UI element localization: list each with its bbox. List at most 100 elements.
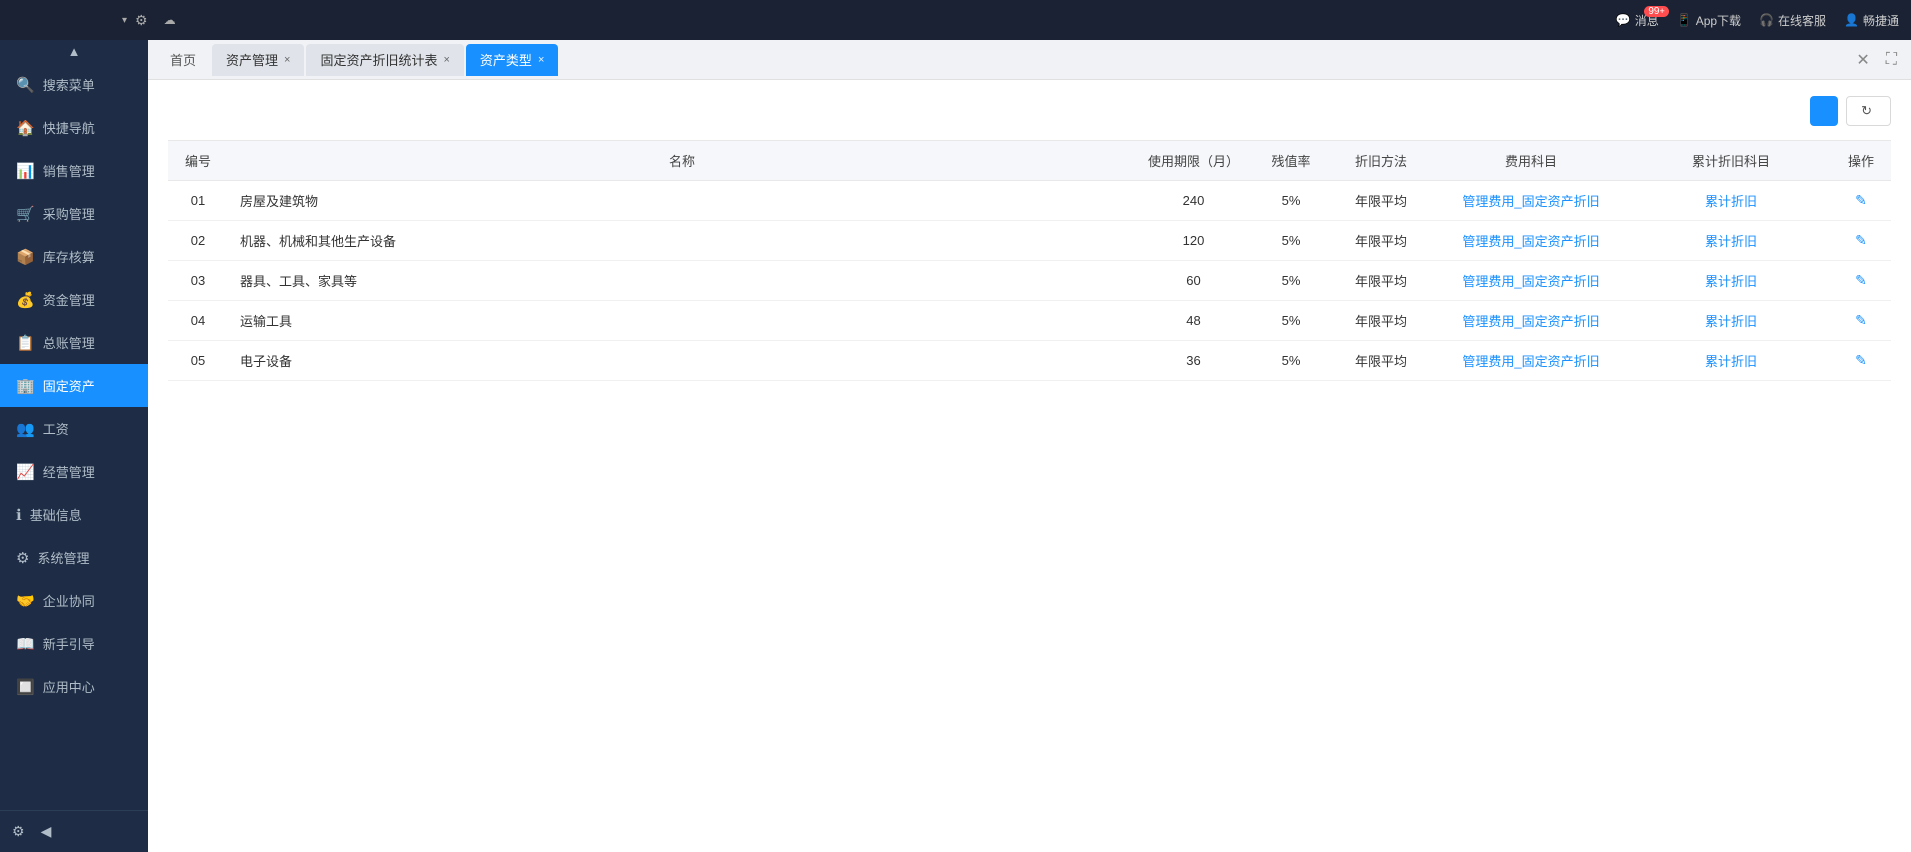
- close-tab-asset-type-icon[interactable]: ×: [538, 54, 544, 66]
- cell-method-2: 年限平均: [1331, 261, 1431, 301]
- tabbar: 首页 资产管理 × 固定资产折旧统计表 × 资产类型 × ✕ ⛶: [148, 40, 1911, 80]
- cell-expense-2: 管理费用_固定资产折旧: [1431, 261, 1631, 301]
- sidebar-item-fixed-assets[interactable]: 🏢 固定资产: [0, 364, 148, 407]
- edit-icon-2[interactable]: ✎: [1855, 272, 1867, 288]
- asset-type-table: 编号名称使用期限（月）残值率折旧方法费用科目累计折旧科目操作 01 房屋及建筑物…: [168, 140, 1891, 381]
- topbar-right: 💬 消息 99+ 📱 App下载 🎧 在线客服 👤 畅捷通: [1616, 12, 1899, 29]
- tab-label-asset-type: 资产类型: [480, 50, 532, 69]
- tab-asset-type[interactable]: 资产类型 ×: [466, 44, 558, 76]
- page-content: ↻ 编号名称使用期限（月）残值率折旧方法费用科目累计折旧科目操作 01 房屋及建…: [148, 80, 1911, 852]
- main-layout: ▲ 🔍 搜索菜单 🏠 快捷导航 📊 销售管理 🛒 采购管理 📦 库存核算 💰 资…: [0, 40, 1911, 852]
- sidebar-label-enterprise: 企业协同: [43, 591, 95, 610]
- col-header-code: 编号: [168, 141, 228, 181]
- cell-residual-4: 5%: [1251, 341, 1331, 381]
- sidebar-label-salary: 工资: [43, 419, 69, 438]
- user-button[interactable]: 👤 畅捷通: [1844, 12, 1899, 29]
- sidebar-label-system: 系统管理: [37, 548, 89, 567]
- col-header-expense: 费用科目: [1431, 141, 1631, 181]
- col-header-residual: 残值率: [1251, 141, 1331, 181]
- basic-info-icon: ℹ: [16, 506, 22, 524]
- salary-icon: 👥: [16, 420, 35, 438]
- tab-label-home: 首页: [170, 50, 196, 69]
- enterprise-icon: 🤝: [16, 592, 35, 610]
- message-button[interactable]: 💬 消息 99+: [1616, 12, 1659, 29]
- cell-accum-3: 累计折旧: [1631, 301, 1831, 341]
- cell-accum-2: 累计折旧: [1631, 261, 1831, 301]
- cell-name-1: 机器、机械和其他生产设备: [228, 221, 1136, 261]
- sidebar-item-quick-nav[interactable]: 🏠 快捷导航: [0, 106, 148, 149]
- cell-op-1: ✎: [1831, 221, 1891, 261]
- topbar: ▾ ⚙ ☁ 💬 消息 99+ 📱 App下载 🎧 在线客服 👤 畅捷通: [0, 0, 1911, 40]
- sidebar-item-funds[interactable]: 💰 资金管理: [0, 278, 148, 321]
- operations-icon: 📈: [16, 463, 35, 481]
- company-selector[interactable]: ▾: [118, 15, 127, 26]
- headset-icon: 🎧: [1759, 13, 1774, 27]
- cell-period-1: 120: [1136, 221, 1251, 261]
- refresh-button[interactable]: ↻: [1846, 96, 1891, 126]
- cell-code-3: 04: [168, 301, 228, 341]
- sidebar-scroll-up[interactable]: ▲: [0, 40, 148, 63]
- user-icon: 👤: [1844, 13, 1859, 27]
- sidebar-label-sales: 销售管理: [43, 161, 95, 180]
- cell-accum-4: 累计折旧: [1631, 341, 1831, 381]
- sidebar-item-sales[interactable]: 📊 销售管理: [0, 149, 148, 192]
- sidebar-item-ledger[interactable]: 📋 总账管理: [0, 321, 148, 364]
- col-header-accum: 累计折旧科目: [1631, 141, 1831, 181]
- sidebar-label-inventory: 库存核算: [43, 247, 95, 266]
- tab-depreciation-table[interactable]: 固定资产折旧统计表 ×: [306, 44, 463, 76]
- sidebar-item-inventory[interactable]: 📦 库存核算: [0, 235, 148, 278]
- close-tab-button[interactable]: ✕: [1850, 48, 1875, 72]
- cell-expense-3: 管理费用_固定资产折旧: [1431, 301, 1631, 341]
- cell-expense-1: 管理费用_固定资产折旧: [1431, 221, 1631, 261]
- col-header-name: 名称: [228, 141, 1136, 181]
- cell-accum-1: 累计折旧: [1631, 221, 1831, 261]
- sidebar-label-guide: 新手引导: [43, 634, 95, 653]
- sidebar-item-basic-info[interactable]: ℹ 基础信息: [0, 493, 148, 536]
- sidebar-item-guide[interactable]: 📖 新手引导: [0, 622, 148, 665]
- col-header-period: 使用期限（月）: [1136, 141, 1251, 181]
- page-header: ↻: [168, 96, 1891, 126]
- cell-name-4: 电子设备: [228, 341, 1136, 381]
- table-row: 04 运输工具 48 5% 年限平均 管理费用_固定资产折旧 累计折旧 ✎: [168, 301, 1891, 341]
- app-download-button[interactable]: 📱 App下载: [1677, 12, 1741, 29]
- cell-code-2: 03: [168, 261, 228, 301]
- cell-op-0: ✎: [1831, 181, 1891, 221]
- edit-icon-1[interactable]: ✎: [1855, 232, 1867, 248]
- new-button[interactable]: [1810, 96, 1838, 126]
- collapse-icon[interactable]: ◀: [37, 819, 56, 844]
- sidebar-item-search[interactable]: 🔍 搜索菜单: [0, 63, 148, 106]
- sidebar-item-purchase[interactable]: 🛒 采购管理: [0, 192, 148, 235]
- sidebar-item-salary[interactable]: 👥 工资: [0, 407, 148, 450]
- close-tab-asset-management-icon[interactable]: ×: [284, 54, 290, 66]
- cell-op-2: ✎: [1831, 261, 1891, 301]
- cell-accum-0: 累计折旧: [1631, 181, 1831, 221]
- cell-code-4: 05: [168, 341, 228, 381]
- cell-residual-3: 5%: [1251, 301, 1331, 341]
- sidebar-label-operations: 经营管理: [43, 462, 95, 481]
- tab-asset-management[interactable]: 资产管理 ×: [212, 44, 304, 76]
- settings-icon[interactable]: ⚙: [8, 819, 29, 844]
- sidebar-item-enterprise[interactable]: 🤝 企业协同: [0, 579, 148, 622]
- sidebar-label-funds: 资金管理: [43, 290, 95, 309]
- edit-icon-3[interactable]: ✎: [1855, 312, 1867, 328]
- username-label: 畅捷通: [1863, 12, 1899, 29]
- close-tab-depreciation-table-icon[interactable]: ×: [443, 54, 449, 66]
- tab-label-depreciation-table: 固定资产折旧统计表: [320, 50, 437, 69]
- edit-icon-4[interactable]: ✎: [1855, 352, 1867, 368]
- sidebar-item-operations[interactable]: 📈 经营管理: [0, 450, 148, 493]
- sidebar-item-app-center[interactable]: 🔲 应用中心: [0, 665, 148, 708]
- cell-expense-4: 管理费用_固定资产折旧: [1431, 341, 1631, 381]
- edit-icon-0[interactable]: ✎: [1855, 192, 1867, 208]
- sidebar-item-system[interactable]: ⚙ 系统管理: [0, 536, 148, 579]
- cell-residual-1: 5%: [1251, 221, 1331, 261]
- online-service-button[interactable]: 🎧 在线客服: [1759, 12, 1826, 29]
- message-badge: 99+: [1644, 6, 1668, 17]
- experience-button[interactable]: ☁: [164, 13, 180, 27]
- inventory-icon: 📦: [16, 248, 35, 266]
- fullscreen-button[interactable]: ⛶: [1880, 49, 1903, 71]
- tab-home[interactable]: 首页: [156, 44, 210, 76]
- sidebar-label-ledger: 总账管理: [43, 333, 95, 352]
- tab-label-asset-management: 资产管理: [226, 50, 278, 69]
- cell-residual-0: 5%: [1251, 181, 1331, 221]
- topbar-settings-icon[interactable]: ⚙: [135, 12, 148, 29]
